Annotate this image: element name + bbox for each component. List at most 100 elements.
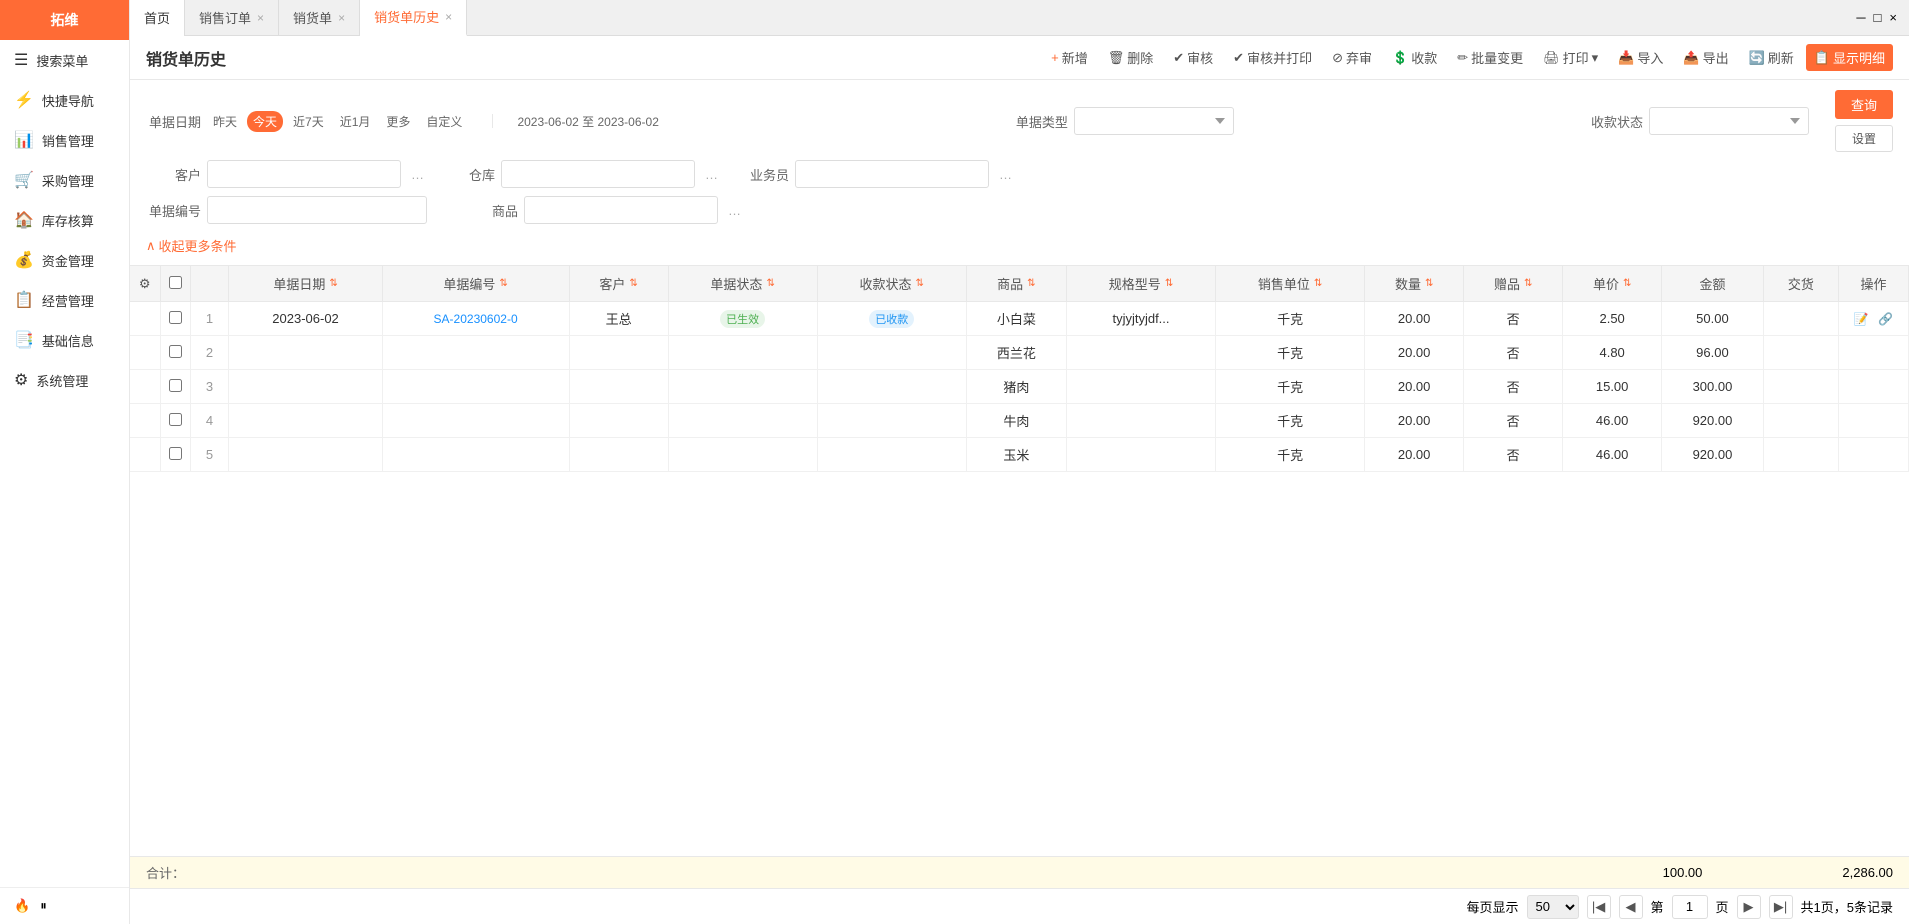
sidebar-item-operations[interactable]: 📋 经营管理: [0, 280, 129, 320]
col-doc-status[interactable]: 单据状态⇅: [668, 266, 817, 302]
batch-change-button[interactable]: ✏ 批量变更: [1449, 44, 1531, 71]
row-checkbox[interactable]: [169, 379, 182, 392]
sidebar-item-purchase-mgmt[interactable]: 🛒 采购管理: [0, 160, 129, 200]
window-minimize-icon[interactable]: ─: [1852, 6, 1869, 29]
page-first-button[interactable]: |◀: [1587, 895, 1611, 919]
col-unit[interactable]: 销售单位⇅: [1216, 266, 1365, 302]
refresh-button[interactable]: 🔄 刷新: [1741, 44, 1802, 71]
cell-doc-no: [382, 336, 569, 370]
cell-doc-status: 已生效: [668, 302, 817, 336]
col-qty[interactable]: 数量⇅: [1365, 266, 1464, 302]
action-icon-0[interactable]: 📝: [1854, 312, 1869, 326]
tab-sales-history[interactable]: 销货单历史 ×: [360, 0, 467, 36]
payment-status-select[interactable]: [1649, 107, 1809, 135]
export-button[interactable]: 📤 导出: [1675, 44, 1736, 71]
cell-payment-status: [817, 336, 966, 370]
date-btn-7days[interactable]: 近7天: [287, 111, 330, 132]
sales-rep-input[interactable]: [795, 160, 989, 188]
row-checkbox[interactable]: [169, 413, 182, 426]
sales-rep-suffix-icon[interactable]: …: [999, 167, 1012, 182]
col-doc-no[interactable]: 单据编号⇅: [382, 266, 569, 302]
cell-doc-date: 2023-06-02: [229, 302, 382, 336]
tab-sales-goods-close[interactable]: ×: [338, 11, 345, 25]
cell-seq: 5: [190, 438, 229, 472]
row-checkbox[interactable]: [169, 345, 182, 358]
warehouse-filter: 仓库 …: [440, 160, 718, 188]
warehouse-suffix-icon[interactable]: …: [705, 167, 718, 182]
show-detail-button[interactable]: 📋 显示明细: [1806, 44, 1893, 71]
query-button[interactable]: 查询: [1835, 90, 1893, 119]
row-checkbox[interactable]: [169, 311, 182, 324]
date-btn-custom[interactable]: 自定义: [420, 111, 468, 132]
window-maximize-icon[interactable]: □: [1870, 6, 1886, 29]
sidebar-item-finance[interactable]: 💰 资金管理: [0, 240, 129, 280]
cell-checkbox[interactable]: [160, 336, 190, 370]
tab-sales-history-close[interactable]: ×: [445, 10, 452, 24]
date-btn-today[interactable]: 今天: [247, 111, 283, 132]
goods-input[interactable]: [524, 196, 718, 224]
warehouse-input[interactable]: [501, 160, 695, 188]
collect-button[interactable]: 💲 收款: [1384, 44, 1445, 71]
date-btn-yesterday[interactable]: 昨天: [207, 111, 243, 132]
action-icon-1[interactable]: 🔗: [1878, 312, 1893, 326]
cell-transaction: [1763, 370, 1838, 404]
cell-unit-price: 15.00: [1563, 370, 1662, 404]
goods-suffix-icon[interactable]: …: [728, 203, 741, 218]
collapse-button[interactable]: ∧ 收起更多条件: [146, 236, 1893, 255]
col-gift[interactable]: 赠品⇅: [1464, 266, 1563, 302]
per-page-select[interactable]: 50 20 100: [1527, 895, 1579, 919]
row-checkbox[interactable]: [169, 447, 182, 460]
audit-button[interactable]: ✔ 审核: [1165, 44, 1221, 71]
date-btn-more[interactable]: 更多: [380, 111, 416, 132]
col-doc-date[interactable]: 单据日期⇅: [229, 266, 382, 302]
doc-no-link[interactable]: SA-20230602-0: [434, 312, 518, 326]
import-button[interactable]: 📥 导入: [1610, 44, 1671, 71]
audit-print-button[interactable]: ✔ 审核并打印: [1225, 44, 1320, 71]
select-all-checkbox[interactable]: [169, 276, 182, 289]
window-close-icon[interactable]: ×: [1885, 6, 1901, 29]
date-btn-1month[interactable]: 近1月: [334, 111, 377, 132]
fire-icon[interactable]: 🔥: [14, 898, 30, 914]
tab-sales-goods[interactable]: 销货单 ×: [279, 0, 360, 36]
cell-checkbox[interactable]: [160, 404, 190, 438]
col-payment-status[interactable]: 收款状态⇅: [817, 266, 966, 302]
tab-home[interactable]: 首页: [130, 0, 185, 36]
col-checkbox[interactable]: [160, 266, 190, 302]
customer-suffix-icon[interactable]: …: [411, 167, 424, 182]
cell-doc-date: [229, 438, 382, 472]
sidebar-item-sales-mgmt[interactable]: 📊 销售管理: [0, 120, 129, 160]
pause-icon[interactable]: ⏸: [40, 898, 47, 914]
col-spec[interactable]: 规格型号⇅: [1066, 266, 1215, 302]
delete-button[interactable]: 🗑 删除: [1100, 44, 1162, 71]
sidebar-item-quick-nav[interactable]: ⚡ 快捷导航: [0, 80, 129, 120]
data-table: ⚙ 单据日期⇅ 单据编号⇅ 客户⇅ 单据状态⇅ 收款状态⇅ 商品⇅ 规格型号⇅ …: [130, 266, 1909, 472]
col-settings[interactable]: ⚙: [130, 266, 160, 302]
tab-sales-order[interactable]: 销售订单 ×: [185, 0, 279, 36]
sort-unit-icon: ⇅: [1314, 278, 1322, 289]
cell-unit: 千克: [1216, 370, 1365, 404]
cell-settings: [130, 438, 160, 472]
cell-checkbox[interactable]: [160, 302, 190, 336]
sidebar-item-sys-mgmt[interactable]: ⚙ 系统管理: [0, 360, 129, 400]
sidebar: 拓维 ☰ 搜索菜单 ⚡ 快捷导航 📊 销售管理 🛒 采购管理 🏠 库存核算 💰 …: [0, 0, 130, 924]
sidebar-item-inventory[interactable]: 🏠 库存核算: [0, 200, 129, 240]
print-button[interactable]: 🖨 打印 ▾: [1535, 44, 1606, 71]
cell-checkbox[interactable]: [160, 370, 190, 404]
sidebar-item-search-menu[interactable]: ☰ 搜索菜单: [0, 40, 129, 80]
col-unit-price[interactable]: 单价⇅: [1563, 266, 1662, 302]
new-button[interactable]: + 新增: [1043, 44, 1096, 71]
page-next-button[interactable]: ▶: [1737, 895, 1761, 919]
set-button[interactable]: 设置: [1835, 125, 1893, 152]
tab-sales-order-close[interactable]: ×: [257, 11, 264, 25]
discard-button[interactable]: ⊘ 弃审: [1324, 44, 1380, 71]
customer-input[interactable]: [207, 160, 401, 188]
col-customer[interactable]: 客户⇅: [569, 266, 668, 302]
doc-no-input[interactable]: [207, 196, 427, 224]
col-goods[interactable]: 商品⇅: [966, 266, 1066, 302]
page-prev-button[interactable]: ◀: [1619, 895, 1643, 919]
page-last-button[interactable]: ▶|: [1769, 895, 1793, 919]
cell-checkbox[interactable]: [160, 438, 190, 472]
page-number-input[interactable]: 1: [1672, 895, 1708, 919]
sidebar-item-basic-info[interactable]: 📑 基础信息: [0, 320, 129, 360]
doc-type-select[interactable]: [1074, 107, 1234, 135]
